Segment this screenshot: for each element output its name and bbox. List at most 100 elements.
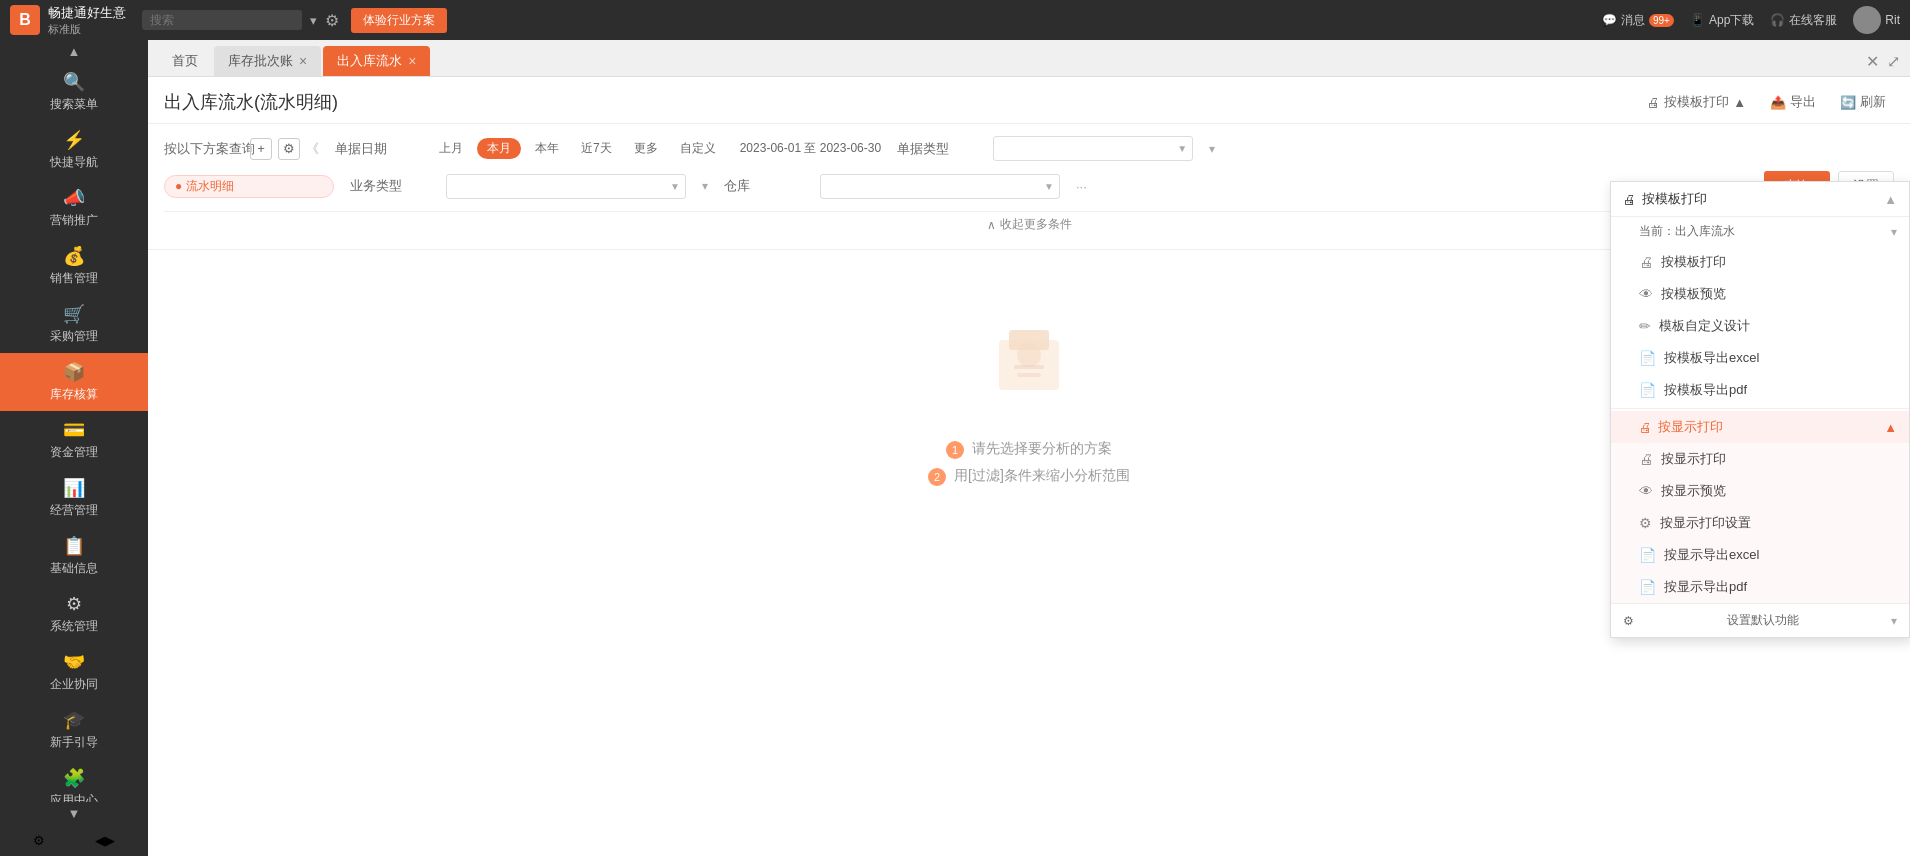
sidebar-item-search[interactable]: 🔍 搜索菜单 (0, 63, 148, 121)
window-close-icon[interactable]: ✕ (1866, 52, 1879, 71)
topbar: B 畅捷通好生意 标准版 ▾ ⚙ 体验行业方案 💬 消息 99+ 📱 App下载… (0, 0, 1910, 40)
filter-date-label: 单据日期 (335, 140, 415, 158)
sidebar-settings-icon[interactable]: ⚙ (33, 833, 45, 848)
dropdown-header: 🖨 按模板打印 ▲ (1611, 182, 1909, 217)
page-header: 出入库流水(流水明细) 🖨 按模板打印 ▲ 📤 导出 🔄 刷新 (148, 77, 1910, 124)
dropdown-collapse-icon[interactable]: ▲ (1884, 192, 1897, 207)
dropdown-display-title: 🖨 按显示打印 (1639, 418, 1723, 436)
date-btn-custom[interactable]: 自定义 (672, 138, 724, 159)
export-btn[interactable]: 📤 导出 (1762, 89, 1824, 115)
online-service-btn[interactable]: 🎧 在线客服 (1770, 12, 1837, 29)
headset-icon: 🎧 (1770, 13, 1785, 27)
marketing-icon: 📣 (63, 187, 85, 209)
system-icon: ⚙ (66, 593, 82, 615)
filter-warehouse-wrapper[interactable] (820, 174, 1060, 199)
date-btn-last-month[interactable]: 上月 (431, 138, 471, 159)
message-btn[interactable]: 💬 消息 99+ (1602, 12, 1674, 29)
trial-button[interactable]: 体验行业方案 (351, 8, 447, 33)
svg-rect-3 (1014, 365, 1044, 369)
sidebar-item-marketing[interactable]: 📣 营销推广 (0, 179, 148, 237)
filter-warehouse-select[interactable] (820, 174, 1060, 199)
filter-add-btn[interactable]: + (250, 138, 272, 160)
sidebar-item-business[interactable]: 📊 经营管理 (0, 469, 148, 527)
app-logo: B (10, 5, 40, 35)
filter-business-type-select[interactable] (446, 174, 686, 199)
sidebar-item-sales[interactable]: 💰 销售管理 (0, 237, 148, 295)
filter-date-controls: 上月 本月 本年 近7天 更多 自定义 (431, 138, 724, 159)
collapse-arrow-icon: ∧ (987, 218, 996, 232)
date-btn-7days[interactable]: 近7天 (573, 138, 620, 159)
dropdown-item-template-pdf[interactable]: 📄 按模板导出pdf (1611, 374, 1909, 406)
dropdown-item-display-print[interactable]: 🖨 按显示打印 (1611, 443, 1909, 475)
tab-inventory-batch-close[interactable]: × (299, 53, 307, 69)
refresh-btn[interactable]: 🔄 刷新 (1832, 89, 1894, 115)
topbar-gear-icon[interactable]: ⚙ (325, 11, 339, 30)
filter-business-type-wrapper[interactable] (446, 174, 686, 199)
user-avatar[interactable]: Rit (1853, 6, 1900, 34)
sidebar-collapse-icon[interactable]: ◀▶ (95, 833, 115, 848)
current-arrow-icon: ▾ (1891, 225, 1897, 239)
dropdown-item-display-preview[interactable]: 👁 按显示预览 (1611, 475, 1909, 507)
filter-row-1: 按以下方案查询 + ⚙ 《 单据日期 上月 本月 本年 近7天 更多 自定义 (164, 136, 1894, 161)
display-collapse-icon[interactable]: ▲ (1884, 420, 1897, 435)
tab-inventory-flow-close[interactable]: × (408, 53, 416, 69)
sidebar-item-guide[interactable]: 🎓 新手引导 (0, 701, 148, 759)
window-maximize-icon[interactable]: ⤢ (1887, 52, 1900, 71)
template-pdf-icon: 📄 (1639, 382, 1656, 398)
dropdown-display-header[interactable]: 🖨 按显示打印 ▲ (1611, 411, 1909, 443)
dropdown-footer[interactable]: ⚙ 设置默认功能 ▾ (1611, 603, 1909, 637)
type-dropdown-arrow[interactable]: ▾ (1209, 142, 1215, 156)
tab-inventory-batch[interactable]: 库存批次账 × (214, 46, 321, 76)
sidebar-item-purchase[interactable]: 🛒 采购管理 (0, 295, 148, 353)
basic-icon: 📋 (63, 535, 85, 557)
enterprise-icon: 🤝 (63, 651, 85, 673)
template-print-icon: 🖨 (1639, 254, 1653, 270)
tab-inventory-flow[interactable]: 出入库流水 × (323, 46, 430, 76)
sidebar-bottom: ⚙ ◀▶ (0, 825, 148, 856)
sidebar-scroll-up[interactable]: ▲ (0, 40, 148, 63)
app-download-btn[interactable]: 📱 App下载 (1690, 12, 1754, 29)
print-template-btn[interactable]: 🖨 按模板打印 ▲ (1639, 89, 1754, 115)
date-btn-this-month[interactable]: 本月 (477, 138, 521, 159)
page-actions: 🖨 按模板打印 ▲ 📤 导出 🔄 刷新 (1639, 89, 1894, 115)
sidebar-item-enterprise[interactable]: 🤝 企业协同 (0, 643, 148, 701)
search-chevron-icon[interactable]: ▾ (310, 13, 317, 28)
tab-window-controls: ✕ ⤢ (1866, 52, 1900, 71)
dropdown-item-display-pdf[interactable]: 📄 按显示导出pdf (1611, 571, 1909, 603)
dropdown-item-template-custom[interactable]: ✏ 模板自定义设计 (1611, 310, 1909, 342)
filter-tag-flow: ● 流水明细 (164, 175, 334, 198)
sidebar-scroll-down[interactable]: ▼ (0, 802, 148, 825)
sidebar-item-finance[interactable]: 💳 资金管理 (0, 411, 148, 469)
dropdown-item-template-print[interactable]: 🖨 按模板打印 (1611, 246, 1909, 278)
filter-type-select-wrapper[interactable] (993, 136, 1193, 161)
quick-nav-icon: ⚡ (63, 129, 85, 151)
export-icon: 📤 (1770, 95, 1786, 110)
dropdown-current: 当前：出入库流水 ▾ (1611, 217, 1909, 246)
filter-type-select[interactable] (993, 136, 1193, 161)
sidebar-item-system[interactable]: ⚙ 系统管理 (0, 585, 148, 643)
sidebar-item-quick-nav[interactable]: ⚡ 快捷导航 (0, 121, 148, 179)
sidebar-item-inventory[interactable]: 📦 库存核算 (0, 353, 148, 411)
date-btn-more[interactable]: 更多 (626, 138, 666, 159)
tab-home[interactable]: 首页 (158, 46, 212, 76)
dropdown-item-display-excel[interactable]: 📄 按显示导出excel (1611, 539, 1909, 571)
filter-settings-icon[interactable]: ⚙ (278, 138, 300, 160)
collapse-more-btn[interactable]: ∧ 收起更多条件 (987, 216, 1072, 233)
footer-arrow-icon: ▾ (1891, 614, 1897, 628)
message-badge: 99+ (1649, 14, 1674, 27)
sidebar-item-basic[interactable]: 📋 基础信息 (0, 527, 148, 585)
business-dropdown-arrow[interactable]: ▾ (702, 179, 708, 193)
print-icon: 🖨 (1647, 95, 1660, 110)
template-custom-icon: ✏ (1639, 318, 1651, 334)
dropdown-item-display-settings[interactable]: ⚙ 按显示打印设置 (1611, 507, 1909, 539)
filter-collapse-icon[interactable]: 《 (306, 140, 319, 158)
sidebar-item-appstore[interactable]: 🧩 应用中心 (0, 759, 148, 802)
date-range: 2023-06-01 至 2023-06-30 (740, 140, 881, 157)
search-input[interactable] (142, 10, 302, 30)
print-header-icon: 🖨 (1623, 192, 1636, 207)
dropdown-item-template-excel[interactable]: 📄 按模板导出excel (1611, 342, 1909, 374)
brand-name: 畅捷通好生意 (48, 4, 126, 22)
warehouse-more-icon[interactable]: ··· (1076, 179, 1087, 194)
date-btn-this-year[interactable]: 本年 (527, 138, 567, 159)
dropdown-item-template-preview[interactable]: 👁 按模板预览 (1611, 278, 1909, 310)
